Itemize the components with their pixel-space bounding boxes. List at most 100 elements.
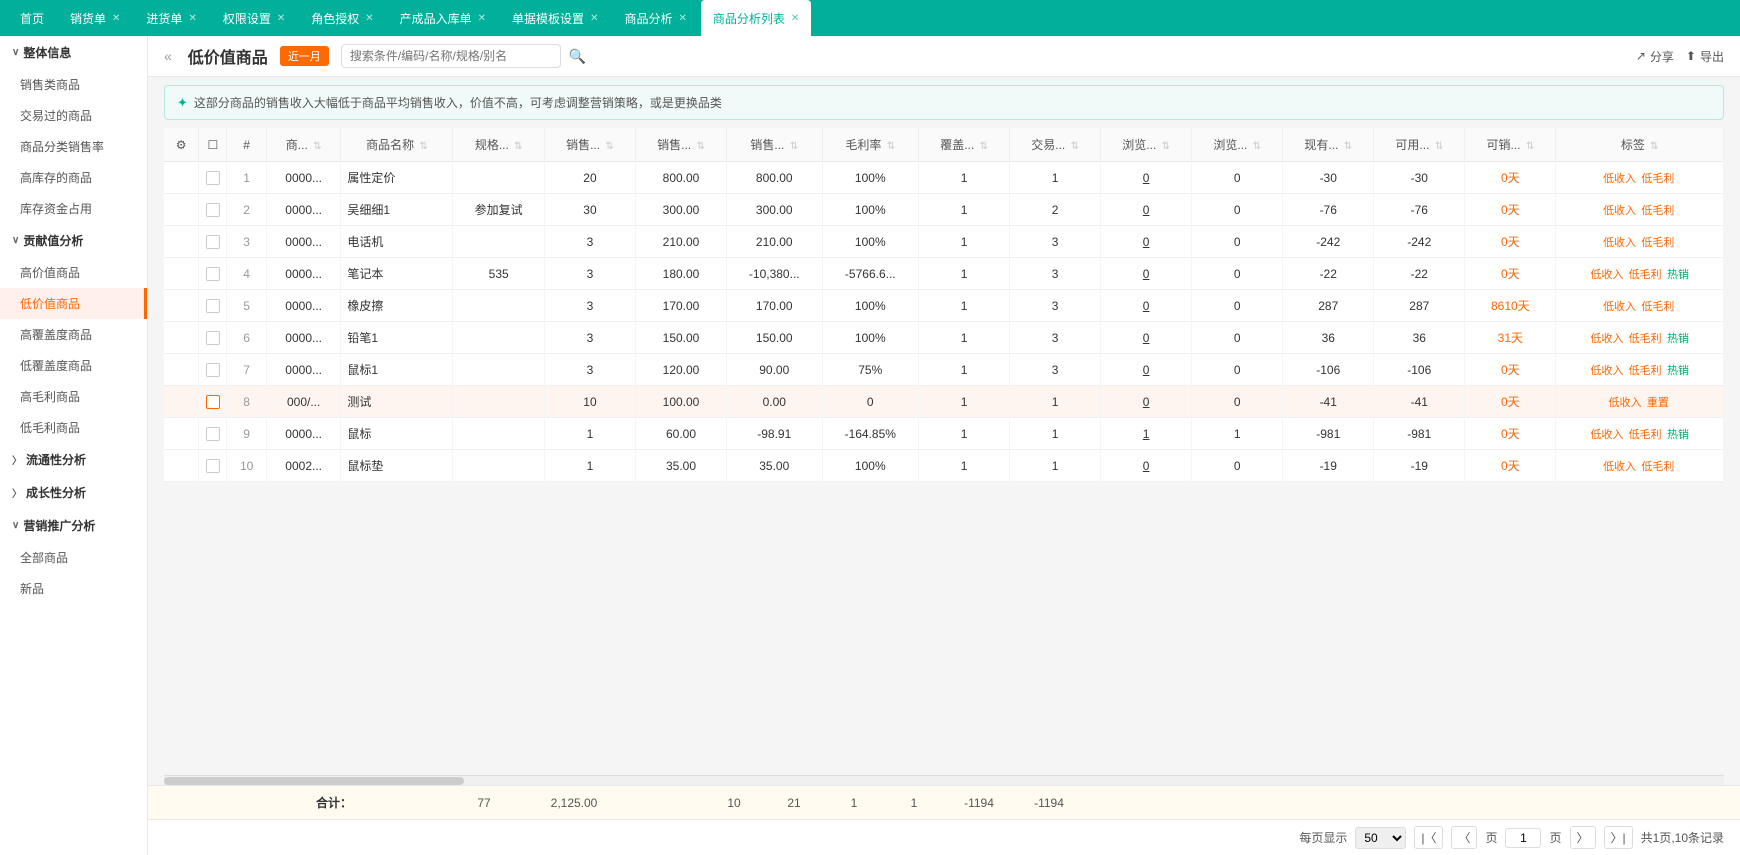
row-checkbox[interactable] — [206, 235, 220, 249]
prev-page-button[interactable]: 〈 — [1451, 826, 1477, 849]
table-row[interactable]: 5 0000... 橡皮擦 3 170.00 170.00 100% 1 3 0… — [164, 290, 1724, 322]
sidebar-item-traded-products[interactable]: 交易过的商品 — [0, 100, 147, 131]
col-trade[interactable]: 交易... ⇅ — [1010, 128, 1101, 162]
row-browse1[interactable]: 0 — [1101, 386, 1192, 418]
sidebar-item-low-coverage[interactable]: 低覆盖度商品 — [0, 350, 147, 381]
table-row[interactable]: 10 0002... 鼠标垫 1 35.00 35.00 100% 1 1 0 … — [164, 450, 1724, 482]
table-row[interactable]: 2 0000... 吴细细1 参加复试 30 300.00 300.00 100… — [164, 194, 1724, 226]
row-browse1[interactable]: 0 — [1101, 354, 1192, 386]
col-sales1[interactable]: 销售... ⇅ — [544, 128, 635, 162]
col-settings[interactable]: ⚙ — [164, 128, 199, 162]
sidebar-group-overall[interactable]: ∨ 整体信息 — [0, 36, 147, 69]
sidebar-item-new-products[interactable]: 新品 — [0, 573, 147, 604]
close-icon[interactable]: ✕ — [478, 13, 486, 24]
data-table-container[interactable]: ⚙ ☐ # 商... ⇅ 商品名称 ⇅ 规格... ⇅ 销售... ⇅ 销售..… — [164, 128, 1724, 775]
sidebar-item-high-margin[interactable]: 高毛利商品 — [0, 381, 147, 412]
search-icon[interactable]: 🔍 — [569, 48, 586, 65]
row-browse1[interactable]: 0 — [1101, 290, 1192, 322]
col-available[interactable]: 可用... ⇅ — [1374, 128, 1465, 162]
checkbox-cell[interactable] — [199, 258, 227, 290]
row-checkbox[interactable] — [206, 203, 220, 217]
checkbox-cell[interactable] — [199, 226, 227, 258]
first-page-button[interactable]: |〈 — [1414, 826, 1443, 849]
sidebar-group-liquidity[interactable]: 〉 流通性分析 — [0, 443, 147, 476]
col-margin-rate[interactable]: 毛利率 ⇅ — [822, 128, 919, 162]
nav-product-analysis[interactable]: 商品分析 ✕ — [612, 0, 698, 36]
row-checkbox[interactable] — [206, 459, 220, 473]
row-checkbox[interactable] — [206, 299, 220, 313]
nav-purchase[interactable]: 进货单 ✕ — [134, 0, 208, 36]
next-page-button[interactable]: 〉 — [1570, 826, 1596, 849]
nav-sales[interactable]: 销货单 ✕ — [58, 0, 132, 36]
sidebar-item-low-value[interactable]: 低价值商品 — [0, 288, 147, 319]
col-spec[interactable]: 规格... ⇅ — [453, 128, 544, 162]
sidebar-item-high-stock[interactable]: 高库存的商品 — [0, 162, 147, 193]
sidebar-group-marketing[interactable]: ∨ 营销推广分析 — [0, 509, 147, 542]
row-checkbox[interactable] — [206, 331, 220, 345]
nav-product-analysis-list[interactable]: 商品分析列表 ✕ — [701, 0, 811, 36]
date-range-tag[interactable]: 近一月 — [280, 46, 329, 66]
col-name[interactable]: 商品名称 ⇅ — [341, 128, 453, 162]
col-browse2[interactable]: 浏览... ⇅ — [1192, 128, 1283, 162]
close-icon[interactable]: ✕ — [188, 13, 196, 24]
collapse-button[interactable]: « — [164, 48, 172, 64]
scrollbar-thumb[interactable] — [164, 777, 464, 785]
table-row[interactable]: 7 0000... 鼠标1 3 120.00 90.00 75% 1 3 0 0… — [164, 354, 1724, 386]
sidebar-group-growth[interactable]: 〉 成长性分析 — [0, 476, 147, 509]
sidebar-item-category-sales-rate[interactable]: 商品分类销售率 — [0, 131, 147, 162]
col-checkbox[interactable]: ☐ — [199, 128, 227, 162]
close-icon[interactable]: ✕ — [277, 13, 285, 24]
row-browse1[interactable]: 0 — [1101, 194, 1192, 226]
row-checkbox[interactable] — [206, 267, 220, 281]
nav-product-storage[interactable]: 产成品入库单 ✕ — [388, 0, 498, 36]
row-browse1[interactable]: 0 — [1101, 226, 1192, 258]
search-input[interactable] — [341, 44, 561, 68]
nav-permissions[interactable]: 权限设置 ✕ — [211, 0, 297, 36]
col-tags[interactable]: 标签 ⇅ — [1556, 128, 1724, 162]
nav-roles[interactable]: 角色授权 ✕ — [299, 0, 385, 36]
col-sales3[interactable]: 销售... ⇅ — [727, 128, 823, 162]
checkbox-cell[interactable] — [199, 194, 227, 226]
page-input[interactable] — [1505, 828, 1541, 848]
checkbox-cell[interactable] — [199, 354, 227, 386]
sidebar-item-sales-products[interactable]: 销售类商品 — [0, 69, 147, 100]
sidebar-item-high-value[interactable]: 高价值商品 — [0, 257, 147, 288]
col-sales2[interactable]: 销售... ⇅ — [635, 128, 726, 162]
horizontal-scrollbar[interactable] — [164, 775, 1724, 785]
sidebar-item-stock-capital[interactable]: 库存资金占用 — [0, 193, 147, 224]
table-row[interactable]: 1 0000... 属性定价 20 800.00 800.00 100% 1 1… — [164, 162, 1724, 194]
row-checkbox[interactable] — [206, 395, 220, 409]
checkbox-cell[interactable] — [199, 290, 227, 322]
nav-home[interactable]: 首页 — [8, 0, 56, 36]
col-coverage[interactable]: 覆盖... ⇅ — [919, 128, 1010, 162]
row-browse1[interactable]: 1 — [1101, 418, 1192, 450]
row-browse1[interactable]: 0 — [1101, 450, 1192, 482]
col-code[interactable]: 商... ⇅ — [266, 128, 341, 162]
row-checkbox[interactable] — [206, 363, 220, 377]
col-current-stock[interactable]: 现有... ⇅ — [1283, 128, 1374, 162]
row-browse1[interactable]: 0 — [1101, 258, 1192, 290]
close-icon[interactable]: ✕ — [365, 13, 373, 24]
close-icon[interactable]: ✕ — [791, 13, 799, 24]
sidebar-item-low-margin[interactable]: 低毛利商品 — [0, 412, 147, 443]
export-button[interactable]: ⬆ 导出 — [1686, 48, 1724, 65]
close-icon[interactable]: ✕ — [678, 13, 686, 24]
col-sellable[interactable]: 可销... ⇅ — [1465, 128, 1556, 162]
col-browse1[interactable]: 浏览... ⇅ — [1101, 128, 1192, 162]
sidebar-group-contribution[interactable]: ∨ 贡献值分析 — [0, 224, 147, 257]
table-row[interactable]: 4 0000... 笔记本 535 3 180.00 -10,380... -5… — [164, 258, 1724, 290]
nav-template-settings[interactable]: 单据模板设置 ✕ — [500, 0, 610, 36]
sidebar-item-all-products[interactable]: 全部商品 — [0, 542, 147, 573]
table-row[interactable]: 8 000/... 测试 10 100.00 0.00 0 1 1 0 0 -4… — [164, 386, 1724, 418]
close-icon[interactable]: ✕ — [112, 13, 120, 24]
table-row[interactable]: 3 0000... 电话机 3 210.00 210.00 100% 1 3 0… — [164, 226, 1724, 258]
table-row[interactable]: 6 0000... 铅笔1 3 150.00 150.00 100% 1 3 0… — [164, 322, 1724, 354]
row-browse1[interactable]: 0 — [1101, 322, 1192, 354]
last-page-button[interactable]: 〉| — [1604, 826, 1633, 849]
sidebar-item-high-coverage[interactable]: 高覆盖度商品 — [0, 319, 147, 350]
row-browse1[interactable]: 0 — [1101, 162, 1192, 194]
table-row[interactable]: 9 0000... 鼠标 1 60.00 -98.91 -164.85% 1 1… — [164, 418, 1724, 450]
checkbox-cell[interactable] — [199, 162, 227, 194]
checkbox-cell[interactable] — [199, 418, 227, 450]
checkbox-cell[interactable] — [199, 386, 227, 418]
